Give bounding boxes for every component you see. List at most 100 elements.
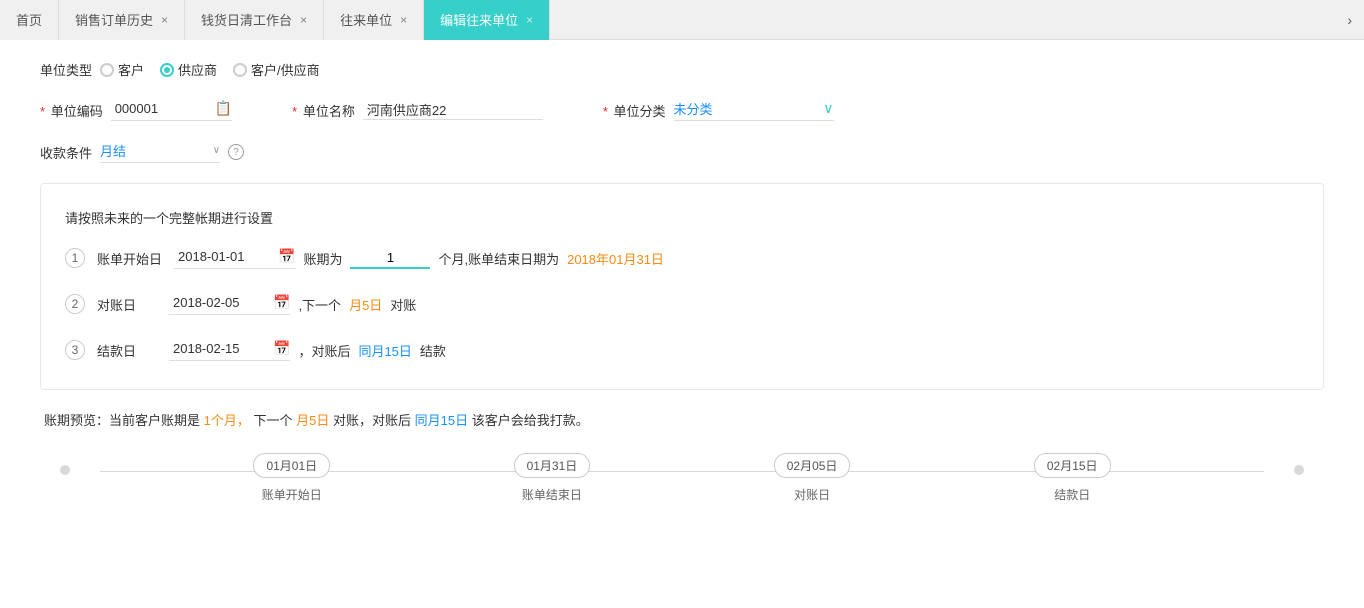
- required-star-category: *: [603, 104, 608, 119]
- reconcile-desc-post: 对账: [390, 295, 416, 314]
- reconcile-date-input[interactable]: [169, 293, 269, 312]
- setting-num-3: 3: [65, 340, 85, 360]
- unit-code-input-wrapper: 📋: [111, 99, 232, 121]
- payment-help-icon[interactable]: ?: [228, 144, 244, 160]
- tab-home-label: 首页: [16, 10, 42, 29]
- preview-highlight3: 同月15日: [415, 413, 468, 428]
- tab-cash-work-close[interactable]: ×: [300, 13, 307, 27]
- unit-type-row: 单位类型 客户 供应商 客户/供应商: [40, 60, 1324, 79]
- radio-supplier[interactable]: 供应商: [160, 60, 217, 79]
- tab-edit-partner[interactable]: 编辑往来单位 ×: [424, 0, 550, 40]
- tab-edit-partner-label: 编辑往来单位: [440, 10, 518, 29]
- preview-suffix: 该客户会给我打款。: [472, 413, 589, 428]
- settle-date-input-wrapper: 📅: [169, 339, 290, 361]
- payment-group: 收款条件 月结 ∨ ?: [40, 141, 244, 163]
- timeline-start: [60, 465, 70, 475]
- radio-group: 客户 供应商 客户/供应商: [100, 60, 320, 79]
- setting-label-3: 结款日: [97, 341, 157, 360]
- radio-both-label: 客户/供应商: [251, 60, 320, 79]
- setting-num-2: 2: [65, 294, 85, 314]
- start-date-input-wrapper: 📅: [174, 247, 295, 269]
- period-desc-post: 个月,账单结束日期为: [438, 249, 559, 268]
- setting-row-1: 1 账单开始日 📅 账期为 个月,账单结束日期为 2018年01月31日: [65, 247, 1299, 269]
- settings-box: 请按照未来的一个完整帐期进行设置 1 账单开始日 📅 账期为 个月,账单结束日期…: [40, 183, 1324, 390]
- timeline-section: 01月01日 账单开始日 01月31日 账单结束日 02月05日 对账日 02月…: [40, 453, 1324, 503]
- radio-customer[interactable]: 客户: [100, 60, 144, 79]
- radio-supplier-circle: [160, 63, 174, 77]
- unit-name-group: * 单位名称: [292, 100, 543, 120]
- setting-label-2: 对账日: [97, 295, 157, 314]
- timeline-badge-4: 02月15日: [1034, 453, 1111, 478]
- tab-edit-partner-close[interactable]: ×: [526, 13, 533, 27]
- tabs-bar: 首页 销售订单历史 × 钱货日清工作台 × 往来单位 × 编辑往来单位 × ›: [0, 0, 1364, 40]
- payment-value: 月结: [100, 141, 209, 160]
- timeline-label-2: 账单结束日: [522, 486, 582, 503]
- unit-type-group: 单位类型 客户 供应商 客户/供应商: [40, 60, 320, 79]
- radio-both-circle: [233, 63, 247, 77]
- settle-highlight: 同月15日: [358, 341, 411, 360]
- settle-date-calendar-icon[interactable]: 📅: [273, 340, 290, 357]
- setting-row-2: 2 对账日 📅 ,下一个 月5日 对账: [65, 293, 1299, 315]
- settings-title: 请按照未来的一个完整帐期进行设置: [65, 208, 1299, 227]
- tab-sales-history-close[interactable]: ×: [161, 13, 168, 27]
- timeline-item-4: 02月15日 结款日: [1034, 453, 1111, 503]
- setting-num-1: 1: [65, 248, 85, 268]
- period-end-date: 2018年01月31日: [567, 249, 664, 268]
- timeline-end-dot: [1294, 465, 1304, 475]
- setting-label-1: 账单开始日: [97, 249, 162, 268]
- unit-code-label: * 单位编码: [40, 101, 103, 120]
- radio-customer-label: 客户: [118, 60, 144, 79]
- reconcile-date-calendar-icon[interactable]: 📅: [273, 294, 290, 311]
- setting-content-1: 📅 账期为 个月,账单结束日期为 2018年01月31日: [174, 247, 664, 269]
- unit-name-input[interactable]: [363, 100, 543, 120]
- tab-cash-work[interactable]: 钱货日清工作台 ×: [185, 0, 324, 40]
- preview-mid1: 下一个: [254, 413, 293, 428]
- reconcile-desc-pre: ,下一个: [298, 295, 341, 314]
- unit-type-label: 单位类型: [40, 60, 92, 79]
- unit-code-input[interactable]: [111, 99, 211, 118]
- timeline-item-3: 02月05日 对账日: [774, 453, 851, 503]
- unit-category-value: 未分类: [674, 99, 824, 118]
- setting-row-3: 3 结款日 📅 ，对账后 同月15日 结款: [65, 339, 1299, 361]
- unit-category-label: * 单位分类: [603, 101, 666, 120]
- preview-section: 账期预览：当前客户账期是 1个月， 下一个 月5日 对账，对账后 同月15日 该…: [40, 410, 1324, 429]
- timeline-badge-3: 02月05日: [774, 453, 851, 478]
- tab-partner-label: 往来单位: [340, 10, 392, 29]
- tab-more-button[interactable]: ›: [1335, 12, 1364, 28]
- period-desc-pre: 账期为: [303, 249, 342, 268]
- settle-desc-pre: ，对账后: [298, 341, 350, 360]
- period-input[interactable]: [350, 248, 430, 269]
- timeline-end: [1294, 465, 1304, 475]
- timeline-start-dot: [60, 465, 70, 475]
- tab-home[interactable]: 首页: [0, 0, 59, 40]
- radio-both[interactable]: 客户/供应商: [233, 60, 320, 79]
- reconcile-highlight: 月5日: [349, 295, 382, 314]
- tab-sales-history[interactable]: 销售订单历史 ×: [59, 0, 185, 40]
- preview-highlight1: 1个月，: [204, 413, 250, 428]
- timeline-badge-1: 01月01日: [253, 453, 330, 478]
- unit-category-group: * 单位分类 未分类 ∨: [603, 99, 834, 121]
- start-date-input[interactable]: [174, 247, 274, 266]
- unit-name-label: * 单位名称: [292, 101, 355, 120]
- timeline-label-4: 结款日: [1054, 486, 1090, 503]
- payment-select[interactable]: 月结 ∨: [100, 141, 220, 163]
- setting-content-3: 📅 ，对账后 同月15日 结款: [169, 339, 446, 361]
- reconcile-date-input-wrapper: 📅: [169, 293, 290, 315]
- tab-cash-work-label: 钱货日清工作台: [201, 10, 292, 29]
- timeline-label-3: 对账日: [794, 486, 830, 503]
- unit-category-select[interactable]: 未分类 ∨: [674, 99, 834, 121]
- preview-label: 账期预览：当前客户账期是: [44, 413, 200, 428]
- page-content: 单位类型 客户 供应商 客户/供应商 * 单位编码: [0, 40, 1364, 608]
- unit-category-arrow: ∨: [823, 100, 833, 117]
- start-date-calendar-icon[interactable]: 📅: [278, 248, 295, 265]
- unit-code-group: * 单位编码 📋: [40, 99, 232, 121]
- timeline-label-1: 账单开始日: [262, 486, 322, 503]
- timeline-row: 01月01日 账单开始日 01月31日 账单结束日 02月05日 对账日 02月…: [60, 453, 1304, 503]
- settle-date-input[interactable]: [169, 339, 269, 358]
- tab-partner-close[interactable]: ×: [400, 13, 407, 27]
- required-star-name: *: [292, 104, 297, 119]
- tab-partner[interactable]: 往来单位 ×: [324, 0, 424, 40]
- payment-arrow: ∨: [213, 145, 220, 156]
- unit-info-row: * 单位编码 📋 * 单位名称 * 单位分类 未分类 ∨: [40, 99, 1324, 121]
- unit-code-icon[interactable]: 📋: [215, 100, 232, 117]
